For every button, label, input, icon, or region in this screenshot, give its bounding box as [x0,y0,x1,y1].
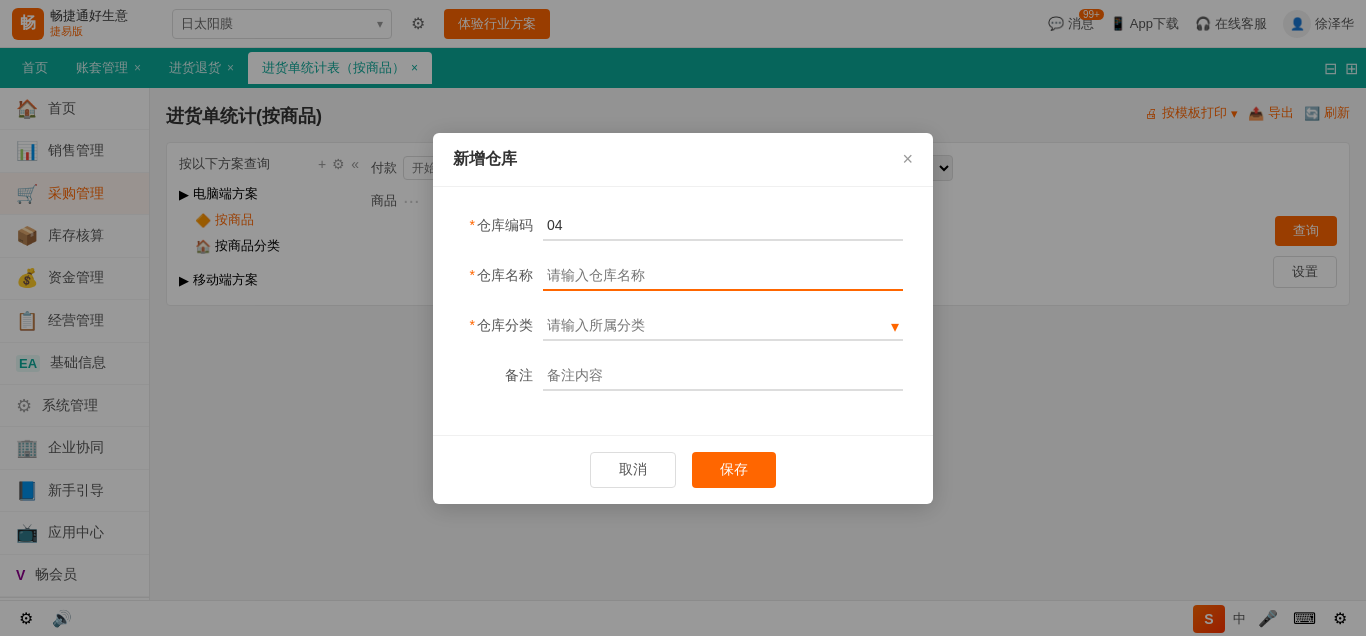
save-button[interactable]: 保存 [692,452,776,488]
category-form-row: *仓库分类 ▾ [463,311,903,341]
add-warehouse-modal: 新增仓库 × *仓库编码 04 *仓库名称 *仓库分类 [433,133,933,504]
modal-body: *仓库编码 04 *仓库名称 *仓库分类 ▾ [433,187,933,435]
name-input[interactable] [543,261,903,291]
note-form-row: 备注 [463,361,903,391]
code-form-row: *仓库编码 04 [463,211,903,241]
category-label: *仓库分类 [463,317,543,335]
cancel-button[interactable]: 取消 [590,452,676,488]
modal-overlay: 新增仓库 × *仓库编码 04 *仓库名称 *仓库分类 [0,0,1366,636]
modal-footer: 取消 保存 [433,435,933,504]
category-required-star: * [470,317,475,333]
category-dropdown-arrow[interactable]: ▾ [891,316,899,335]
note-input[interactable] [543,361,903,391]
name-required-star: * [470,267,475,283]
modal-close-button[interactable]: × [902,149,913,170]
category-input[interactable] [543,311,903,341]
category-select-wrap: ▾ [543,311,903,341]
modal-title: 新增仓库 [453,149,517,170]
code-required-star: * [470,217,475,233]
code-input[interactable] [543,211,903,241]
name-label: *仓库名称 [463,267,543,285]
code-label: *仓库编码 [463,217,543,235]
note-label: 备注 [463,367,543,385]
name-form-row: *仓库名称 [463,261,903,291]
modal-header: 新增仓库 × [433,133,933,187]
